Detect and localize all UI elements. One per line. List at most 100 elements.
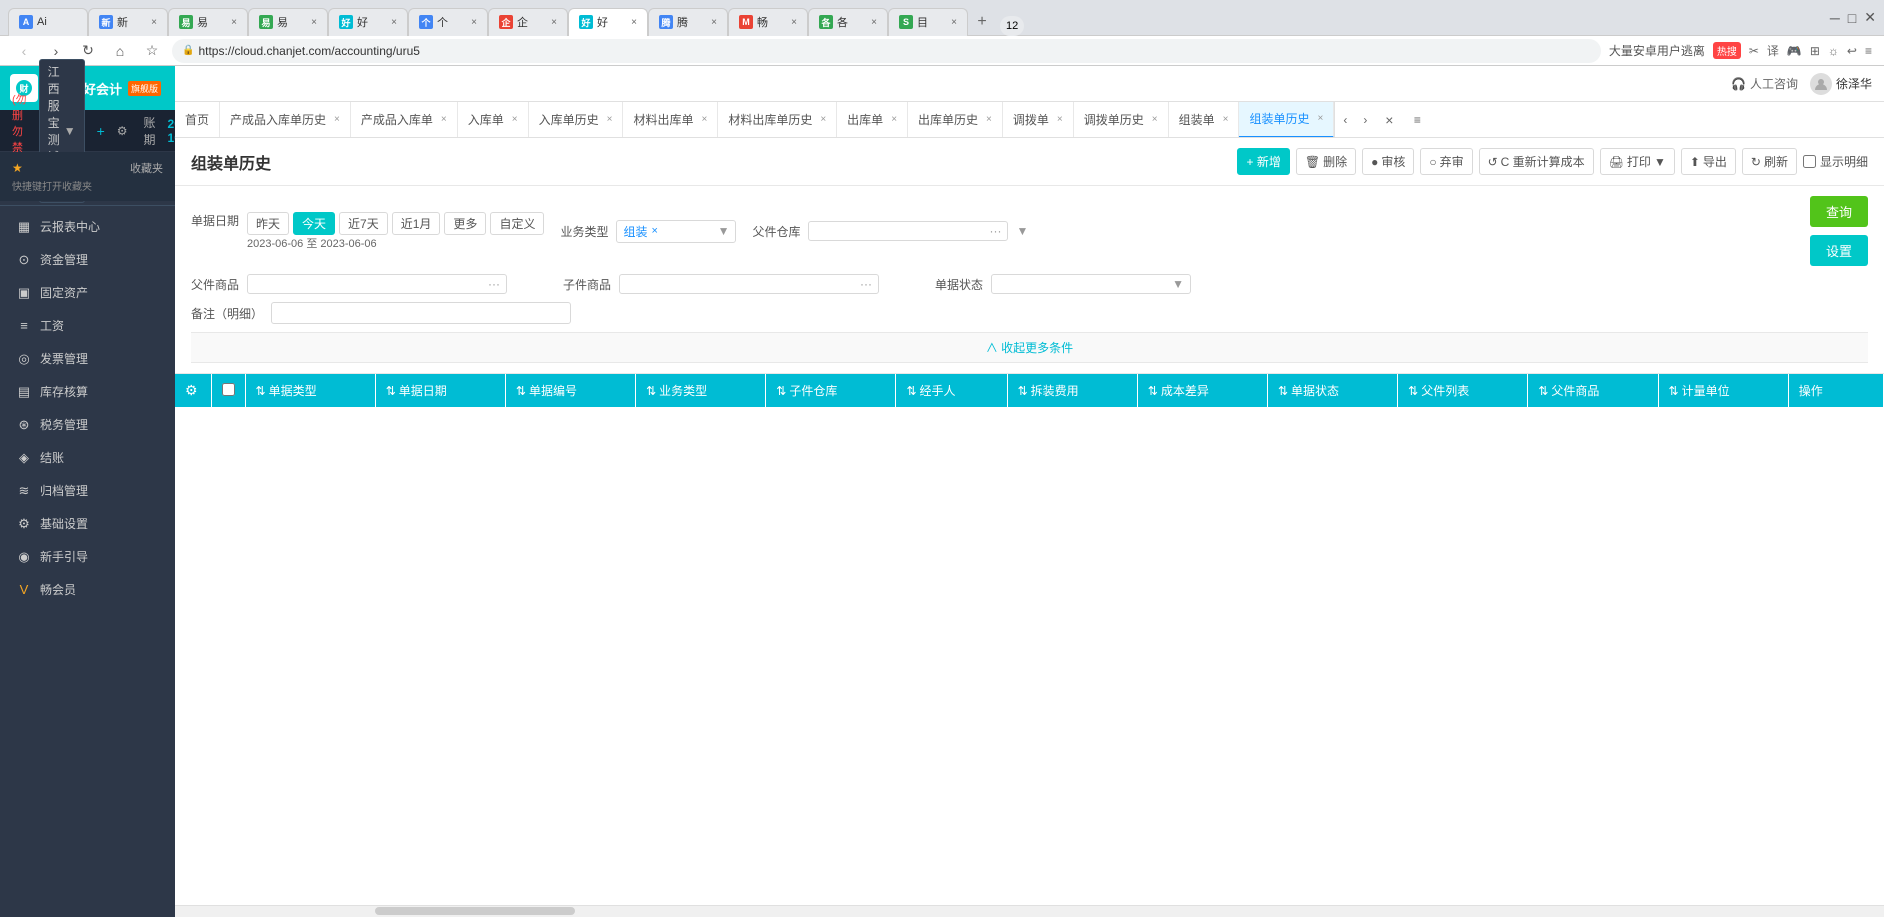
sidebar-item-guide[interactable]: ◉ 新手引导 — [0, 540, 175, 573]
sidebar-item-checkout[interactable]: ◈ 结账 — [0, 441, 175, 474]
sidebar-item-tax[interactable]: ⊛ 税务管理 — [0, 408, 175, 441]
child-goods-dots[interactable]: ··· — [860, 277, 872, 291]
biz-type-input-area[interactable]: 组装 × ▼ — [616, 220, 736, 243]
child-goods-input[interactable]: ··· — [619, 274, 879, 294]
th-cost-diff[interactable]: ⇅ 成本差异 — [1137, 374, 1267, 407]
home-btn[interactable]: ⌂ — [108, 39, 132, 63]
sidebar-item-archive[interactable]: ≋ 归档管理 — [0, 474, 175, 507]
parent-goods-input[interactable]: ··· — [247, 274, 507, 294]
browser-tab-5[interactable]: 好 好 × — [328, 8, 408, 36]
export-btn[interactable]: ⬆ 导出 — [1681, 148, 1736, 175]
nav-tab-close-out-bill-history[interactable]: × — [986, 114, 992, 125]
th-disassemble-fee[interactable]: ⇅ 拆装费用 — [1007, 374, 1137, 407]
nav-tab-close-transfer-history[interactable]: × — [1152, 114, 1158, 125]
tab-close-3[interactable]: × — [231, 17, 237, 28]
date-btn-more[interactable]: 更多 — [444, 212, 486, 235]
date-btn-7days[interactable]: 近7天 — [339, 212, 388, 235]
browser-tab-11[interactable]: 各 各 × — [808, 8, 888, 36]
browser-tab-9[interactable]: 腾 腾 × — [648, 8, 728, 36]
service-btn[interactable]: 🎧 人工咨询 — [1731, 75, 1798, 92]
nav-tab-assemble-history[interactable]: 组装单历史 × — [1239, 102, 1334, 138]
nav-tab-close-all[interactable]: × — [1375, 102, 1403, 138]
browser-tab-3[interactable]: 易 易 × — [168, 8, 248, 36]
sidebar-item-invoice[interactable]: ◎ 发票管理 — [0, 342, 175, 375]
table-settings-th[interactable]: ⚙ — [175, 374, 211, 407]
th-bill-type[interactable]: ⇅ 单据类型 — [245, 374, 375, 407]
browser-tab-8[interactable]: 好 好 × — [568, 8, 648, 36]
user-info[interactable]: 徐泽华 — [1810, 73, 1872, 95]
settings-icon[interactable]: ⚙ — [117, 124, 128, 138]
nav-tab-close-assemble[interactable]: × — [1223, 114, 1229, 125]
tab-close-8[interactable]: × — [631, 17, 637, 28]
browser-tab-2[interactable]: 新 新 × — [88, 8, 168, 36]
th-handler[interactable]: ⇅ 经手人 — [896, 374, 1007, 407]
refresh-btn[interactable]: ↻ 刷新 — [1742, 148, 1797, 175]
date-btn-yesterday[interactable]: 昨天 — [247, 212, 289, 235]
url-bar[interactable]: 🔒 https://cloud.chanjet.com/accounting/u… — [172, 39, 1601, 63]
th-biz-type[interactable]: ⇅ 业务类型 — [636, 374, 766, 407]
nav-tab-in-bill[interactable]: 入库单 × — [458, 102, 529, 138]
nav-tab-close-produce-in[interactable]: × — [441, 114, 447, 125]
nav-tab-material-out[interactable]: 材料出库单 × — [623, 102, 718, 138]
nav-tab-produce-in-history[interactable]: 产成品入库单历史 × — [220, 102, 351, 138]
parent-warehouse-dots[interactable]: ··· — [989, 224, 1001, 238]
tab-close-9[interactable]: × — [711, 17, 717, 28]
nav-tab-close-produce-in-history[interactable]: × — [334, 114, 340, 125]
nav-tab-close-material-out[interactable]: × — [701, 114, 707, 125]
browser-tab-6[interactable]: 个 个 × — [408, 8, 488, 36]
nav-tab-produce-in[interactable]: 产成品入库单 × — [351, 102, 458, 138]
nav-tab-close-in-bill-history[interactable]: × — [607, 114, 613, 125]
sidebar-item-vip[interactable]: V 畅会员 — [0, 573, 175, 606]
nav-tab-close-out-bill[interactable]: × — [891, 114, 897, 125]
remark-input[interactable] — [271, 302, 571, 324]
bill-status-input[interactable]: ▼ — [991, 274, 1191, 294]
show-detail-checkbox[interactable]: 显示明细 — [1803, 153, 1868, 170]
favorites-title[interactable]: 收藏夹 — [130, 160, 163, 176]
nav-tab-more[interactable]: ≡ — [1403, 102, 1431, 138]
nav-tab-next[interactable]: › — [1355, 102, 1375, 138]
select-all-checkbox[interactable] — [222, 383, 235, 396]
maximize-btn[interactable]: □ — [1848, 10, 1856, 26]
tab-close-11[interactable]: × — [871, 17, 877, 28]
browser-tab-4[interactable]: 易 易 × — [248, 8, 328, 36]
tab-close-4[interactable]: × — [311, 17, 317, 28]
date-btn-custom[interactable]: 自定义 — [490, 212, 544, 235]
show-detail-input[interactable] — [1803, 155, 1816, 168]
tab-close-12[interactable]: × — [951, 17, 957, 28]
nav-tab-material-out-history[interactable]: 材料出库单历史 × — [718, 102, 837, 138]
date-btn-1month[interactable]: 近1月 — [392, 212, 441, 235]
print-btn[interactable]: 🖨 打印 ▼ — [1600, 148, 1675, 175]
tab-close-6[interactable]: × — [471, 17, 477, 28]
collapse-bar[interactable]: ∧ 收起更多条件 — [191, 332, 1868, 363]
close-btn[interactable]: ✕ — [1864, 9, 1876, 26]
nav-tab-home[interactable]: 首页 — [175, 102, 220, 138]
nav-tab-in-bill-history[interactable]: 入库单历史 × — [529, 102, 624, 138]
th-parent-list[interactable]: ⇅ 父件列表 — [1398, 374, 1528, 407]
add-btn[interactable]: + 新增 — [1237, 148, 1289, 175]
add-company-btn[interactable]: + — [97, 123, 105, 139]
scroll-thumb[interactable] — [375, 907, 575, 915]
th-parent-goods[interactable]: ⇅ 父件商品 — [1528, 374, 1658, 407]
review-btn[interactable]: ● 审核 — [1362, 148, 1414, 175]
nav-tab-close-material-out-history[interactable]: × — [820, 114, 826, 125]
tab-close-7[interactable]: × — [551, 17, 557, 28]
sidebar-item-settings[interactable]: ⚙ 基础设置 — [0, 507, 175, 540]
parent-warehouse-input[interactable]: ··· — [808, 221, 1008, 241]
tab-close-10[interactable]: × — [791, 17, 797, 28]
sidebar-item-fund-manage[interactable]: ⊙ 资金管理 — [0, 243, 175, 276]
nav-tab-assemble[interactable]: 组装单 × — [1169, 102, 1240, 138]
browser-tab-12[interactable]: S 目 × — [888, 8, 968, 36]
th-bill-no[interactable]: ⇅ 单据编号 — [505, 374, 635, 407]
th-bill-status[interactable]: ⇅ 单据状态 — [1267, 374, 1397, 407]
nav-tab-out-bill[interactable]: 出库单 × — [837, 102, 908, 138]
nav-tab-close-assemble-history[interactable]: × — [1317, 113, 1323, 124]
browser-tab-7[interactable]: 企 企 × — [488, 8, 568, 36]
sidebar-item-inventory[interactable]: ▤ 库存核算 — [0, 375, 175, 408]
nav-tab-close-transfer[interactable]: × — [1057, 114, 1063, 125]
settings-button[interactable]: 设置 — [1810, 235, 1868, 266]
nav-tab-transfer-history[interactable]: 调拨单历史 × — [1074, 102, 1169, 138]
sidebar-item-fixed-assets[interactable]: ▣ 固定资产 — [0, 276, 175, 309]
th-unit[interactable]: ⇅ 计量单位 — [1658, 374, 1788, 407]
biz-type-tag-close[interactable]: × — [651, 225, 657, 237]
abandon-btn[interactable]: ○ 弃审 — [1420, 148, 1472, 175]
